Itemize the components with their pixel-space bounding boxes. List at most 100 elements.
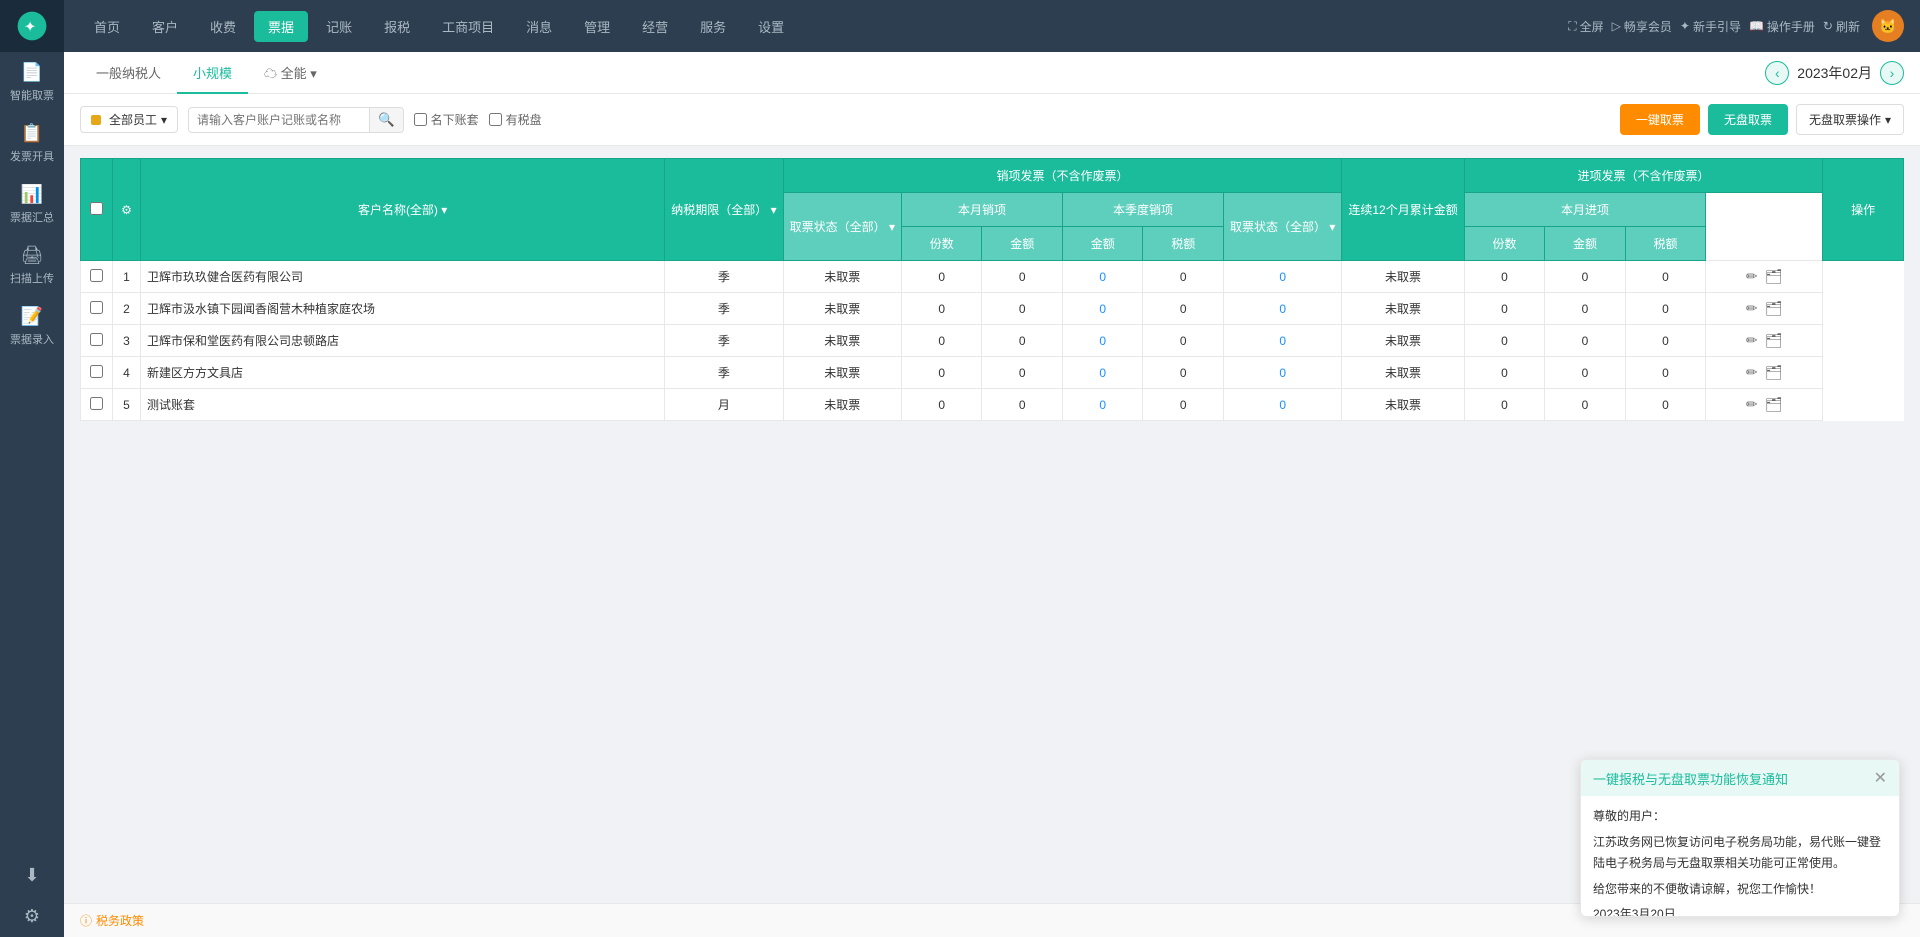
footer-label[interactable]: 税务政策 [96, 912, 144, 929]
member-btn[interactable]: ▷ 畅享会员 [1612, 18, 1672, 35]
notification-header: 一键报税与无盘取票功能恢复通知 ✕ [1581, 760, 1899, 796]
employee-select[interactable]: 全部员工 ▾ [80, 106, 178, 133]
row-checkbox-cell [81, 389, 113, 421]
mingxia-checkbox[interactable] [414, 113, 427, 126]
row-checkbox[interactable] [90, 269, 103, 282]
wupan-ops-button[interactable]: 无盘取票操作 ▾ [1796, 104, 1904, 135]
row-sq-amount-link[interactable]: 0 [1099, 334, 1106, 348]
next-period-button[interactable]: › [1880, 61, 1904, 85]
wupan-ops-label: 无盘取票操作 [1809, 111, 1881, 128]
notification-panel: 一键报税与无盘取票功能恢复通知 ✕ 尊敬的用户： 江苏政务网已恢复访问电子税务局… [1580, 759, 1900, 917]
col-im-tax: 税额 [1625, 227, 1706, 261]
row-sq-amount-link[interactable]: 0 [1099, 366, 1106, 380]
row-checkbox[interactable] [90, 333, 103, 346]
row-s12-link[interactable]: 0 [1279, 270, 1286, 284]
notification-close-button[interactable]: ✕ [1874, 768, 1887, 788]
row-customer: 卫辉市保和堂医药有限公司忠顿路店 [141, 325, 665, 357]
user-avatar[interactable]: 🐱 [1872, 10, 1904, 42]
shuju-icon: 📝 [21, 306, 43, 327]
row-sales-status: 未取票 [783, 357, 901, 389]
row-s12-link[interactable]: 0 [1279, 398, 1286, 412]
nav-jingying[interactable]: 经营 [628, 11, 682, 42]
row-customer: 卫辉市玖玖健合医药有限公司 [141, 261, 665, 293]
row-sales-status: 未取票 [783, 261, 901, 293]
wupan-qupiao-button[interactable]: 无盘取票 [1708, 104, 1788, 135]
col-checkbox [81, 159, 113, 261]
youshui-checkbox[interactable] [489, 113, 502, 126]
row-sm-amount: 0 [982, 389, 1063, 421]
nav-baoshui[interactable]: 报税 [370, 11, 424, 42]
col-im-copies: 份数 [1464, 227, 1545, 261]
row-s12-link[interactable]: 0 [1279, 366, 1286, 380]
row-sq-amount: 0 [1062, 261, 1143, 293]
row-checkbox[interactable] [90, 397, 103, 410]
nav-xiaoxi[interactable]: 消息 [512, 11, 566, 42]
row-sq-amount-link[interactable]: 0 [1099, 398, 1106, 412]
yijian-qupiao-button[interactable]: 一键取票 [1620, 104, 1700, 135]
sidebar-item-settings[interactable]: ⚙ [0, 896, 64, 937]
fullscreen-btn[interactable]: ⛶ 全屏 [1568, 18, 1603, 35]
youshui-label: 有税盘 [506, 111, 542, 128]
subtab-quanbu[interactable]: ☁ 全能 ▾ [248, 53, 333, 94]
row-s12-link[interactable]: 0 [1279, 302, 1286, 316]
view-icon[interactable]: 🗂 [1765, 364, 1783, 380]
edit-icon[interactable]: ✏ [1746, 300, 1758, 316]
nav-piaoju[interactable]: 票据 [254, 11, 308, 42]
view-icon[interactable]: 🗂 [1765, 300, 1783, 316]
nav-right-links: ⛶ 全屏 ▷ 畅享会员 ✦ 新手引导 📖 操作手册 ↻ 刷新 [1568, 18, 1860, 35]
manual-btn[interactable]: 📖 操作手册 [1749, 18, 1815, 35]
nav-customer[interactable]: 客户 [138, 11, 192, 42]
row-s12-amount: 0 [1223, 357, 1341, 389]
mingxia-checkbox-label[interactable]: 名下账套 [414, 111, 479, 128]
row-sm-amount: 0 [982, 357, 1063, 389]
row-sq-amount-link[interactable]: 0 [1099, 270, 1106, 284]
row-num: 4 [113, 357, 141, 389]
row-sq-tax: 0 [1143, 389, 1224, 421]
prev-period-button[interactable]: ‹ [1765, 61, 1789, 85]
row-actions: ✏ 🗂 [1706, 325, 1823, 357]
col-sm-amount: 金额 [982, 227, 1063, 261]
search-button[interactable]: 🔍 [369, 108, 403, 132]
sidebar-item-shuju[interactable]: 📝 票据录入 [0, 296, 64, 357]
sidebar-item-download[interactable]: ⬇ [0, 855, 64, 896]
new-guide-btn[interactable]: ✦ 新手引导 [1680, 18, 1741, 35]
nav-gongshang[interactable]: 工商项目 [428, 11, 508, 42]
view-icon[interactable]: 🗂 [1765, 396, 1783, 412]
table-row: 1 卫辉市玖玖健合医药有限公司 季 未取票 0 0 0 0 0 未取票 0 0 … [81, 261, 1904, 293]
sidebar-item-zhideng[interactable]: 📄 智能取票 [0, 52, 64, 113]
sidebar-item-saomiao[interactable]: 🖨 扫描上传 [0, 235, 64, 296]
select-all-checkbox[interactable] [90, 202, 103, 215]
sidebar-item-fapiao[interactable]: 📋 发票开具 [0, 113, 64, 174]
subtab-xiaoguimo[interactable]: 小规模 [177, 53, 248, 94]
edit-icon[interactable]: ✏ [1746, 268, 1758, 284]
row-actions: ✏ 🗂 [1706, 389, 1823, 421]
view-icon[interactable]: 🗂 [1765, 268, 1783, 284]
edit-icon[interactable]: ✏ [1746, 396, 1758, 412]
edit-icon[interactable]: ✏ [1746, 332, 1758, 348]
row-sq-amount: 0 [1062, 293, 1143, 325]
row-checkbox[interactable] [90, 301, 103, 314]
edit-icon[interactable]: ✏ [1746, 364, 1758, 380]
nav-shoufei[interactable]: 收费 [196, 11, 250, 42]
nav-jizhang[interactable]: 记账 [312, 11, 366, 42]
invoice-table: ⚙ 客户名称(全部) ▾ 纳税期限（全部） ▾ 销项发票（不含作废票） 连续12… [80, 158, 1904, 421]
row-s12-link[interactable]: 0 [1279, 334, 1286, 348]
subtabs-bar: 一般纳税人 小规模 ☁ 全能 ▾ ‹ 2023年02月 › [64, 52, 1920, 94]
notif-line-2: 给您带来的不便敬请谅解，祝您工作愉快！ [1593, 879, 1887, 901]
sidebar-item-piaohui[interactable]: 📊 票据汇总 [0, 174, 64, 235]
youshui-checkbox-label[interactable]: 有税盘 [489, 111, 542, 128]
nav-fuwu[interactable]: 服务 [686, 11, 740, 42]
row-sq-amount-link[interactable]: 0 [1099, 302, 1106, 316]
nav-home[interactable]: 首页 [80, 11, 134, 42]
row-checkbox[interactable] [90, 365, 103, 378]
refresh-btn[interactable]: ↻ 刷新 [1823, 18, 1860, 35]
row-im-amount: 0 [1545, 389, 1626, 421]
search-input[interactable] [189, 109, 369, 131]
view-icon[interactable]: 🗂 [1765, 332, 1783, 348]
subtab-yiban[interactable]: 一般纳税人 [80, 53, 177, 94]
notif-line-1: 江苏政务网已恢复访问电子税务局功能，易代账一键登陆电子税务局与无盘取票相关功能可… [1593, 832, 1887, 875]
nav-guanli[interactable]: 管理 [570, 11, 624, 42]
nav-shezhi[interactable]: 设置 [744, 11, 798, 42]
footer-icon: ⓘ [80, 912, 92, 929]
row-sm-amount: 0 [982, 325, 1063, 357]
